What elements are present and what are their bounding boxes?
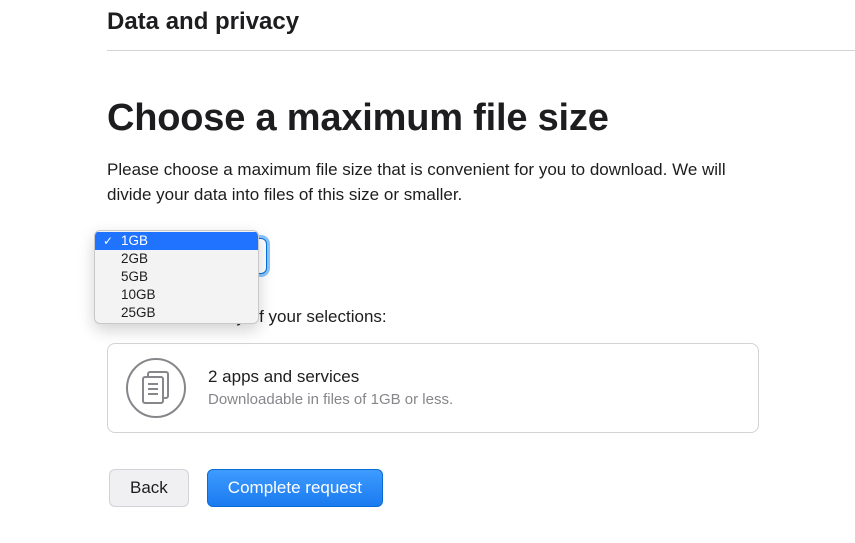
complete-request-button[interactable]: Complete request [207,469,383,507]
summary-card: 2 apps and services Downloadable in file… [107,343,759,433]
summary-text: 2 apps and services Downloadable in file… [208,367,453,408]
max-file-size-dropdown[interactable]: 1GB 2GB 5GB 10GB 25GB [94,230,259,324]
main-description: Please choose a maximum file size that i… [107,158,757,208]
main-title: Choose a maximum file size [107,97,855,140]
dropdown-option-2gb[interactable]: 2GB [95,250,258,268]
dropdown-option-10gb[interactable]: 10GB [95,286,258,304]
header-title: Data and privacy [107,8,299,35]
dropdown-option-1gb[interactable]: 1GB [95,232,258,250]
button-row: Back Complete request [107,469,855,507]
back-button[interactable]: Back [109,469,189,507]
dropdown-option-25gb[interactable]: 25GB [95,304,258,322]
summary-document-icon [126,358,186,418]
summary-line2: Downloadable in files of 1GB or less. [208,391,453,408]
summary-line1: 2 apps and services [208,367,453,387]
dropdown-option-5gb[interactable]: 5GB [95,268,258,286]
page-header: Data and privacy [107,0,855,51]
